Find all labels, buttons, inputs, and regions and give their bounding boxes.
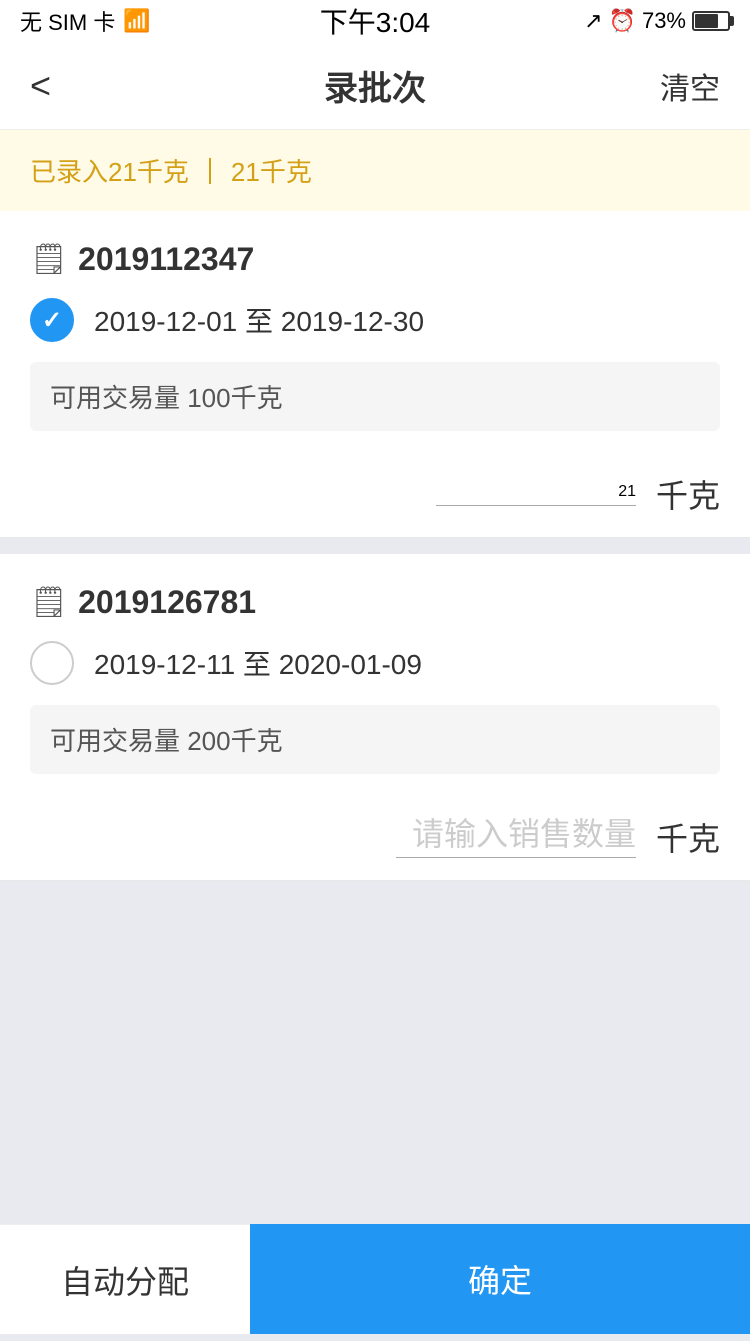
status-time: 下午3:04: [320, 1, 431, 41]
summary-banner: 已录入21千克 21千克: [0, 130, 750, 211]
location-icon: ↗: [584, 8, 602, 34]
confirm-button[interactable]: 确定: [250, 1224, 750, 1334]
summary-recorded-label: 已录入21千克: [30, 152, 189, 189]
carrier-text: 无 SIM 卡: [20, 5, 115, 37]
summary-value: 21千克: [231, 152, 312, 189]
batch-1-icon: 🗒: [30, 242, 68, 277]
section-divider-1: [0, 538, 750, 554]
battery-text: 73%: [642, 8, 686, 34]
batch-1-header: 🗒 2019112347: [0, 211, 750, 288]
batch-2-number: 2019126781: [78, 584, 256, 621]
back-button[interactable]: <: [30, 65, 51, 107]
batch-1-availability: 可用交易量 100千克: [30, 362, 720, 431]
batch-1-quantity-value: 21: [618, 483, 636, 500]
wifi-icon: 📶: [123, 8, 150, 34]
nav-bar: < 录批次 清空: [0, 42, 750, 130]
batch-2-icon: 🗒: [30, 585, 68, 620]
batch-2-quantity-row[interactable]: 千克: [0, 794, 750, 881]
battery-icon: [692, 11, 730, 31]
summary-divider: [209, 158, 211, 184]
batch-1-card: 🗒 2019112347 2019-12-01 至 2019-12-30 可用交…: [0, 211, 750, 538]
batch-1-checkbox[interactable]: [30, 298, 74, 342]
bottom-bar: 自动分配 确定: [0, 1224, 750, 1334]
batch-1-quantity-row: 21 千克: [0, 451, 750, 538]
batch-1-number: 2019112347: [78, 241, 254, 278]
status-right: ↗ ⏰ 73%: [584, 8, 730, 34]
batch-2-input-wrapper[interactable]: [396, 816, 636, 858]
batch-2-date-row: 2019-12-11 至 2020-01-09: [0, 631, 750, 695]
batch-2-availability: 可用交易量 200千克: [30, 705, 720, 774]
batch-2-card: 🗒 2019126781 2019-12-11 至 2020-01-09 可用交…: [0, 554, 750, 881]
batch-2-checkbox[interactable]: [30, 641, 74, 685]
batch-2-quantity-input[interactable]: [396, 816, 636, 853]
clear-button[interactable]: 清空: [660, 64, 720, 108]
batch-1-date-row: 2019-12-01 至 2019-12-30: [0, 288, 750, 352]
alarm-icon: ⏰: [609, 8, 636, 34]
status-left: 无 SIM 卡 📶: [20, 5, 151, 37]
status-bar: 无 SIM 卡 📶 下午3:04 ↗ ⏰ 73%: [0, 0, 750, 42]
batch-2-date: 2019-12-11 至 2020-01-09: [94, 643, 422, 683]
batch-1-unit: 千克: [656, 471, 720, 517]
batch-2-unit: 千克: [656, 814, 720, 860]
batch-1-quantity-display: 21: [436, 483, 636, 506]
batch-2-header: 🗒 2019126781: [0, 554, 750, 631]
page-title: 录批次: [324, 61, 426, 110]
batch-1-date: 2019-12-01 至 2019-12-30: [94, 300, 424, 340]
auto-distribute-button[interactable]: 自动分配: [0, 1224, 250, 1334]
